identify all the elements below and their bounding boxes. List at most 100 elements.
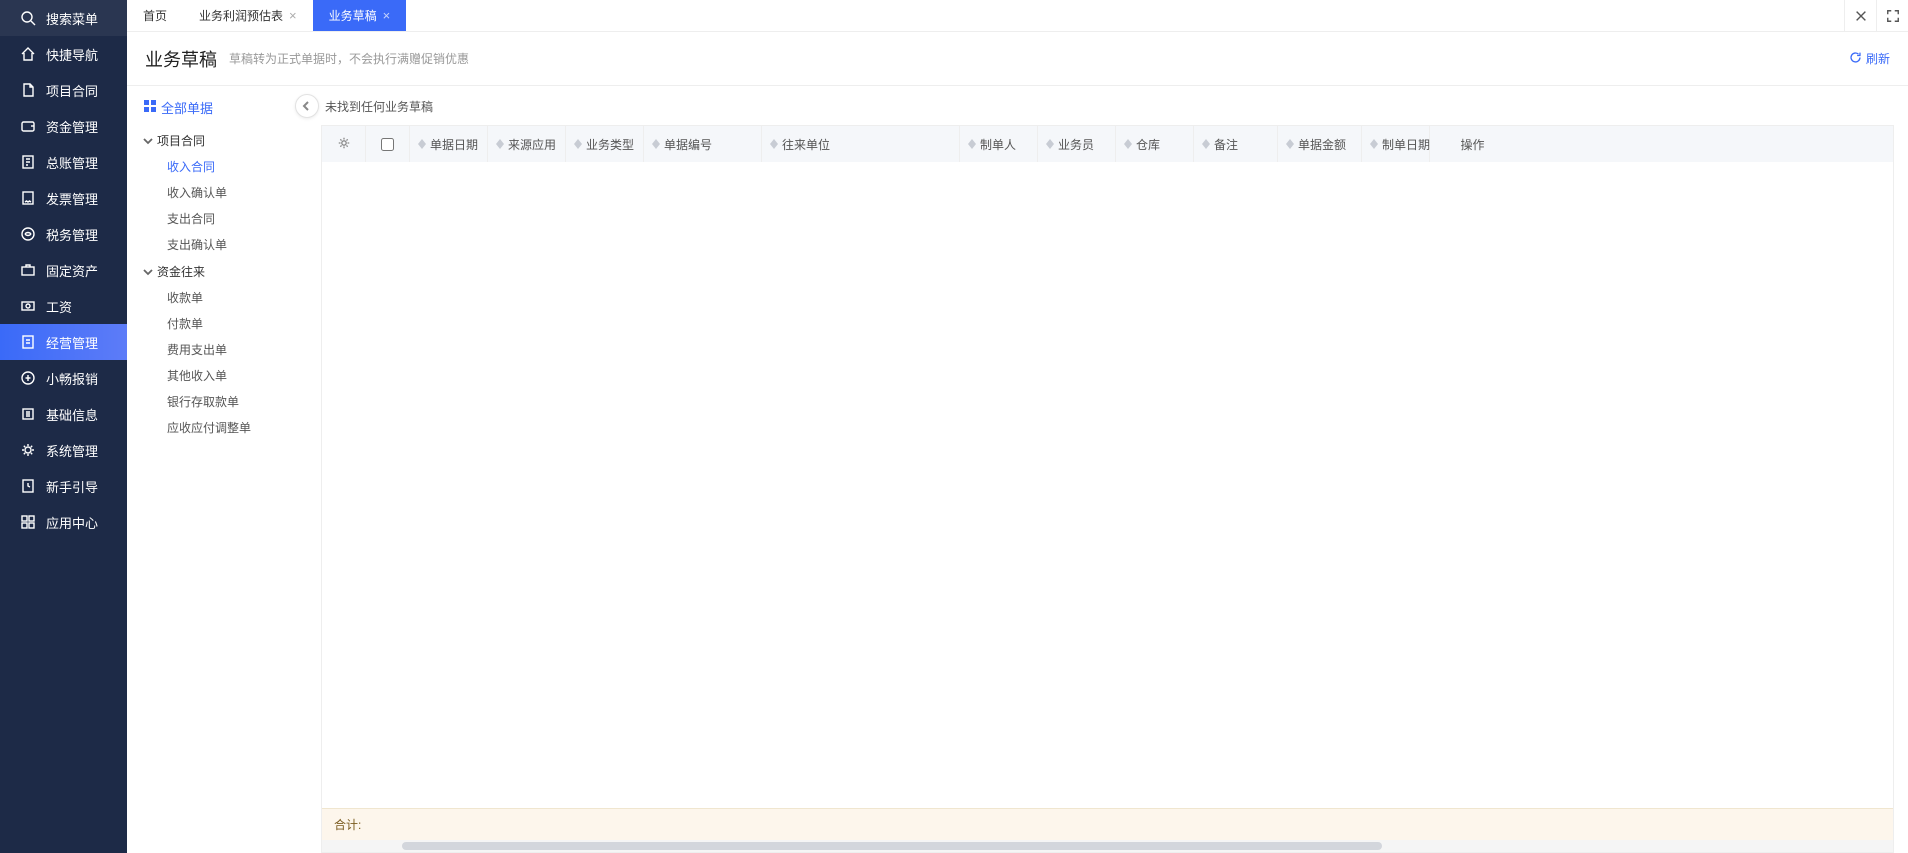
wallet-icon xyxy=(20,118,36,134)
category-item[interactable]: 支出合同 xyxy=(139,206,307,232)
column-header-makedate[interactable]: 制单日期 xyxy=(1362,126,1430,162)
gear-icon[interactable] xyxy=(337,136,351,153)
main-area: 首页业务利润预估表×业务草稿× 业务草稿 草稿转为正式单据时，不会执行满赠促销优… xyxy=(127,0,1908,853)
sidebar-item-home[interactable]: 快捷导航 xyxy=(0,36,127,72)
column-label: 业务类型 xyxy=(586,136,634,153)
category-item[interactable]: 银行存取款单 xyxy=(139,389,307,415)
sort-icon[interactable] xyxy=(1370,139,1378,149)
sidebar-item-ledger[interactable]: 总账管理 xyxy=(0,144,127,180)
sort-icon[interactable] xyxy=(1124,139,1132,149)
sidebar-item-invoice[interactable]: 发票管理 xyxy=(0,180,127,216)
footer-total-label: 合计: xyxy=(334,816,361,833)
column-header-remark[interactable]: 备注 xyxy=(1194,126,1278,162)
sidebar-item-expense[interactable]: 小畅报销 xyxy=(0,360,127,396)
column-header-action[interactable]: 操作 xyxy=(1430,126,1515,162)
sort-icon[interactable] xyxy=(770,139,778,149)
tabs-close-all-button[interactable] xyxy=(1844,0,1876,31)
sort-icon[interactable] xyxy=(574,139,582,149)
column-header-partner[interactable]: 往来单位 xyxy=(762,126,960,162)
sort-icon[interactable] xyxy=(1286,139,1294,149)
category-item[interactable]: 费用支出单 xyxy=(139,337,307,363)
tab-label: 首页 xyxy=(143,7,167,24)
file-icon xyxy=(20,82,36,98)
sidebar-item-info[interactable]: 基础信息 xyxy=(0,396,127,432)
sort-icon[interactable] xyxy=(418,139,426,149)
category-item[interactable]: 应收应付调整单 xyxy=(139,415,307,441)
sidebar-item-label: 税务管理 xyxy=(46,225,98,244)
sidebar-item-label: 应用中心 xyxy=(46,513,98,532)
column-header-warehouse[interactable]: 仓库 xyxy=(1116,126,1194,162)
column-label: 单据编号 xyxy=(664,136,712,153)
sidebar-item-appstore[interactable]: 应用中心 xyxy=(0,504,127,540)
column-header-creator[interactable]: 制单人 xyxy=(960,126,1038,162)
category-item[interactable]: 收入合同 xyxy=(139,154,307,180)
column-header-docno[interactable]: 单据编号 xyxy=(644,126,762,162)
column-header-biztype[interactable]: 业务类型 xyxy=(566,126,644,162)
column-label: 仓库 xyxy=(1136,136,1160,153)
sidebar-item-label: 新手引导 xyxy=(46,477,98,496)
sidebar-item-label: 资金管理 xyxy=(46,117,98,136)
table-body xyxy=(322,162,1893,808)
sidebar-item-wallet[interactable]: 资金管理 xyxy=(0,108,127,144)
category-collapse-button[interactable] xyxy=(295,94,319,118)
category-item[interactable]: 收款单 xyxy=(139,285,307,311)
expense-icon xyxy=(20,370,36,386)
horizontal-scrollbar[interactable] xyxy=(322,840,1893,852)
fullscreen-button[interactable] xyxy=(1876,0,1908,31)
category-item[interactable]: 付款单 xyxy=(139,311,307,337)
category-group-title[interactable]: 项目合同 xyxy=(139,127,307,154)
select-all-checkbox[interactable] xyxy=(381,138,394,151)
column-header-check[interactable] xyxy=(366,126,410,162)
sort-icon[interactable] xyxy=(1046,139,1054,149)
column-header-sales[interactable]: 业务员 xyxy=(1038,126,1116,162)
scrollbar-thumb[interactable] xyxy=(402,842,1382,850)
tab[interactable]: 业务草稿× xyxy=(313,0,407,31)
sidebar-item-business[interactable]: 经营管理 xyxy=(0,324,127,360)
category-all-label: 全部单据 xyxy=(161,98,213,117)
close-icon[interactable]: × xyxy=(383,9,391,22)
asset-icon xyxy=(20,262,36,278)
category-item[interactable]: 支出确认单 xyxy=(139,232,307,258)
system-icon xyxy=(20,442,36,458)
sidebar-item-tax[interactable]: 税务管理 xyxy=(0,216,127,252)
refresh-button[interactable]: 刷新 xyxy=(1849,50,1890,67)
column-header-amount[interactable]: 单据金额 xyxy=(1278,126,1362,162)
table-footer-total: 合计: xyxy=(322,808,1893,840)
sidebar-item-system[interactable]: 系统管理 xyxy=(0,432,127,468)
page-subtitle: 草稿转为正式单据时，不会执行满赠促销优惠 xyxy=(229,50,469,67)
close-icon[interactable]: × xyxy=(289,9,297,22)
sidebar-item-guide[interactable]: 新手引导 xyxy=(0,468,127,504)
category-group-title[interactable]: 资金往来 xyxy=(139,258,307,285)
category-all-documents[interactable]: 全部单据 xyxy=(139,98,307,117)
sort-icon[interactable] xyxy=(1202,139,1210,149)
category-item[interactable]: 收入确认单 xyxy=(139,180,307,206)
sidebar-item-label: 发票管理 xyxy=(46,189,98,208)
guide-icon xyxy=(20,478,36,494)
invoice-icon xyxy=(20,190,36,206)
tab[interactable]: 首页 xyxy=(127,0,183,31)
category-sidebar: 全部单据 项目合同收入合同收入确认单支出合同支出确认单资金往来收款单付款单费用支… xyxy=(127,86,307,853)
search-icon xyxy=(20,10,36,26)
category-item[interactable]: 其他收入单 xyxy=(139,363,307,389)
sidebar-item-search[interactable]: 搜索菜单 xyxy=(0,0,127,36)
sort-icon[interactable] xyxy=(968,139,976,149)
column-header-source[interactable]: 来源应用 xyxy=(488,126,566,162)
chevron-down-icon xyxy=(143,136,153,146)
sidebar-item-salary[interactable]: 工资 xyxy=(0,288,127,324)
column-label: 来源应用 xyxy=(508,136,556,153)
refresh-icon xyxy=(1849,51,1862,67)
table: 单据日期 来源应用 业务类型 单据编号 往来单位制单人业务员 仓库 备注 单据金额制单日期操作… xyxy=(321,125,1894,853)
category-group-label: 资金往来 xyxy=(157,263,205,280)
salary-icon xyxy=(20,298,36,314)
sidebar-item-asset[interactable]: 固定资产 xyxy=(0,252,127,288)
sidebar-item-file[interactable]: 项目合同 xyxy=(0,72,127,108)
tab[interactable]: 业务利润预估表× xyxy=(183,0,313,31)
column-header-gear[interactable] xyxy=(322,126,366,162)
chevron-down-icon xyxy=(143,267,153,277)
column-header-date[interactable]: 单据日期 xyxy=(410,126,488,162)
appstore-icon xyxy=(20,514,36,530)
sort-icon[interactable] xyxy=(496,139,504,149)
sort-icon[interactable] xyxy=(652,139,660,149)
sidebar-item-label: 经营管理 xyxy=(46,333,98,352)
column-label: 单据金额 xyxy=(1298,136,1346,153)
